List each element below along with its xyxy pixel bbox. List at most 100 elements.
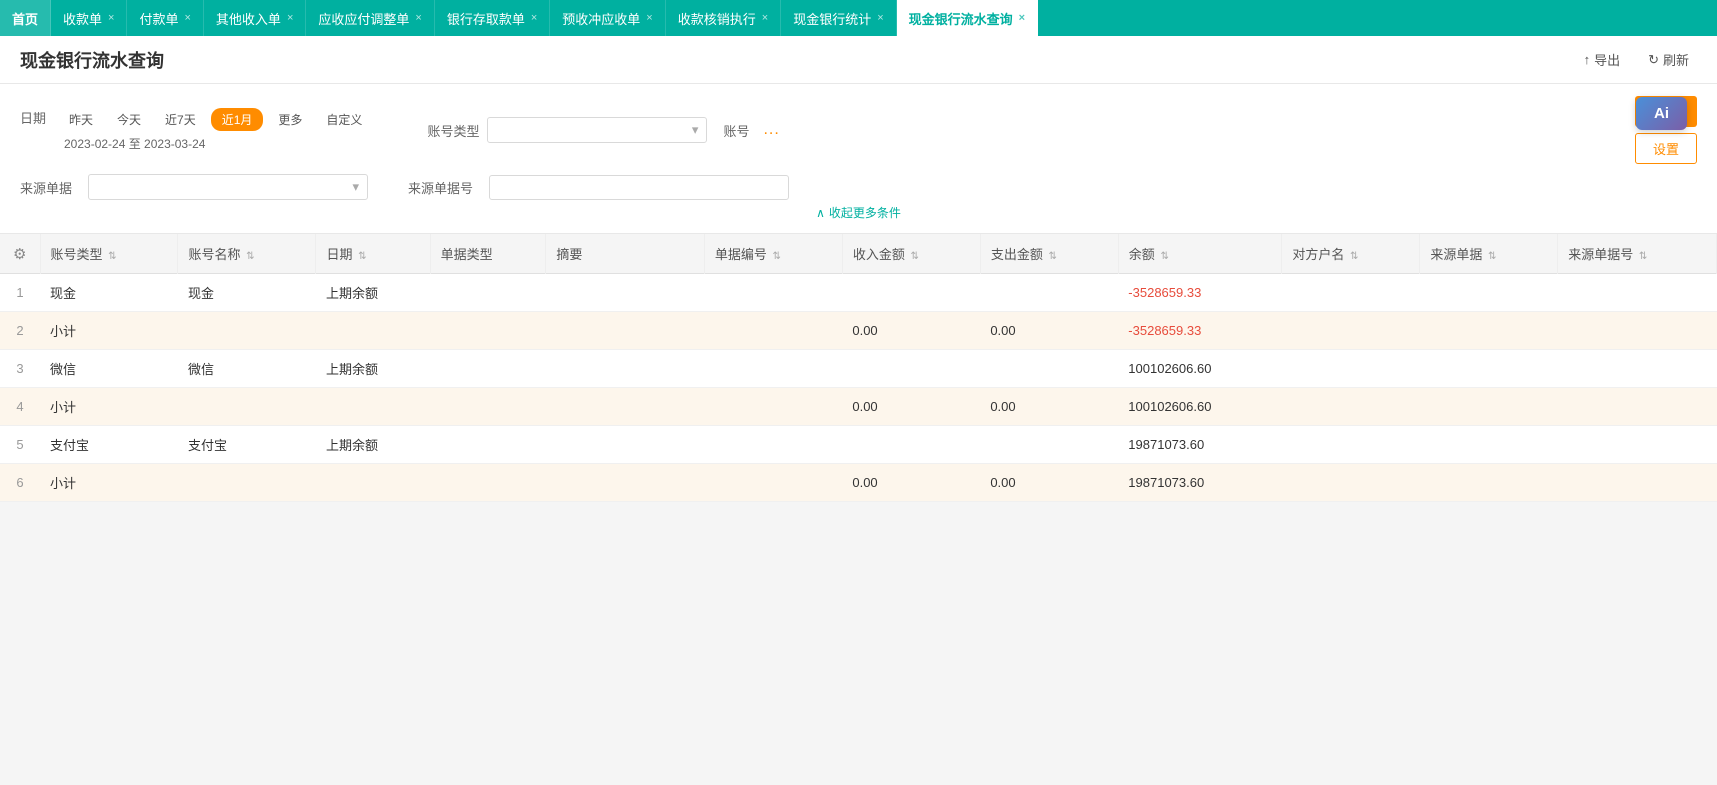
account-dots-button[interactable]: ... <box>763 121 779 139</box>
nav-close-fukuan[interactable]: × <box>184 12 190 24</box>
sort-account-name-icon[interactable]: ⇅ <box>246 251 254 262</box>
table-cell: 微信 <box>178 350 316 388</box>
source-doc-no-input[interactable] <box>489 175 789 200</box>
date-options: 昨天 今天 近7天 近1月 更多 自定义 <box>60 108 371 131</box>
th-account-name: 账号名称 ⇅ <box>178 234 316 274</box>
settings-button[interactable]: 设置 <box>1635 133 1697 164</box>
table-row: 1现金现金上期余额-3528659.33 <box>0 274 1717 312</box>
table-cell <box>1420 388 1558 426</box>
table-cell: 0.00 <box>842 312 980 350</box>
table-cell <box>1420 426 1558 464</box>
top-nav: 首页 收款单 × 付款单 × 其他收入单 × 应收应付调整单 × 银行存取款单 … <box>0 0 1717 36</box>
table-cell: 6 <box>0 464 40 502</box>
nav-close-verify[interactable]: × <box>762 12 768 24</box>
table-cell <box>546 426 705 464</box>
nav-other-income[interactable]: 其他收入单 × <box>204 0 306 36</box>
sort-source-doc-icon[interactable]: ⇅ <box>1488 251 1496 262</box>
date-custom[interactable]: 自定义 <box>317 108 371 131</box>
table-row: 3微信微信上期余额100102606.60 <box>0 350 1717 388</box>
nav-close-prepay[interactable]: × <box>646 12 652 24</box>
table-cell <box>430 464 546 502</box>
nav-close-adjustment[interactable]: × <box>415 12 421 24</box>
th-settings[interactable]: ⚙ <box>0 234 40 274</box>
table-cell: 0.00 <box>842 464 980 502</box>
table-cell <box>704 350 842 388</box>
table-cell: 小计 <box>40 464 178 502</box>
refresh-icon: ↻ <box>1648 52 1659 68</box>
sort-counterparty-icon[interactable]: ⇅ <box>1350 251 1358 262</box>
table-cell <box>1282 464 1420 502</box>
sort-account-type-icon[interactable]: ⇅ <box>108 251 116 262</box>
page-title: 现金银行流水查询 <box>20 47 164 73</box>
nav-adjustment[interactable]: 应收应付调整单 × <box>306 0 434 36</box>
table-cell: 4 <box>0 388 40 426</box>
nav-close-bank-deposit[interactable]: × <box>531 12 537 24</box>
date-today[interactable]: 今天 <box>108 108 150 131</box>
table-cell: 小计 <box>40 312 178 350</box>
export-button[interactable]: ↑ 导出 <box>1576 46 1629 73</box>
table-cell <box>980 274 1118 312</box>
source-doc-select[interactable]: ▾ <box>88 174 368 200</box>
nav-fukuan[interactable]: 付款单 × <box>127 0 203 36</box>
table-cell: 现金 <box>40 274 178 312</box>
source-doc-label: 来源单据 <box>20 178 72 197</box>
table-cell <box>178 312 316 350</box>
collapse-button[interactable]: ∧ 收起更多条件 <box>816 204 901 221</box>
filter-area: 日期 昨天 今天 近7天 近1月 更多 自定义 2023-02-24 至 202… <box>0 84 1717 234</box>
nav-verify[interactable]: 收款核销执行 × <box>666 0 781 36</box>
table-cell: 小计 <box>40 388 178 426</box>
table-cell: 5 <box>0 426 40 464</box>
table-row: 2小计0.000.00-3528659.33 <box>0 312 1717 350</box>
nav-cash-flow[interactable]: 现金银行流水查询 × <box>897 0 1038 36</box>
table-cell <box>546 464 705 502</box>
table-cell <box>430 426 546 464</box>
sort-balance-icon[interactable]: ⇅ <box>1160 251 1168 262</box>
account-group: 账号 ... <box>723 121 779 140</box>
sort-expense-icon[interactable]: ⇅ <box>1048 251 1056 262</box>
table-cell: 现金 <box>178 274 316 312</box>
table-row: 5支付宝支付宝上期余额19871073.60 <box>0 426 1717 464</box>
table-cell: 0.00 <box>842 388 980 426</box>
table-cell <box>704 464 842 502</box>
source-doc-no-label: 来源单据号 <box>408 178 473 197</box>
table-cell <box>178 388 316 426</box>
date-yesterday[interactable]: 昨天 <box>60 108 102 131</box>
table-cell <box>1282 274 1420 312</box>
nav-shoukuan[interactable]: 收款单 × <box>51 0 127 36</box>
table-cell <box>1558 426 1717 464</box>
table-container: ⚙ 账号类型 ⇅ 账号名称 ⇅ 日期 ⇅ 单据类型 摘要 <box>0 234 1717 502</box>
nav-close-other-income[interactable]: × <box>287 12 293 24</box>
table-cell: 0.00 <box>980 388 1118 426</box>
account-type-chevron: ▾ <box>692 122 699 138</box>
nav-close-shoukuan[interactable]: × <box>108 12 114 24</box>
table-settings-icon[interactable]: ⚙ <box>13 246 26 263</box>
sort-income-icon[interactable]: ⇅ <box>911 251 919 262</box>
table-cell <box>1420 350 1558 388</box>
sort-doc-no-icon[interactable]: ⇅ <box>773 251 781 262</box>
table-cell: 0.00 <box>980 464 1118 502</box>
date-1month[interactable]: 近1月 <box>211 108 264 131</box>
nav-home[interactable]: 首页 <box>0 0 51 36</box>
nav-prepay[interactable]: 预收冲应收单 × <box>550 0 665 36</box>
table-cell <box>1282 350 1420 388</box>
sort-source-doc-no-icon[interactable]: ⇅ <box>1639 251 1647 262</box>
table-cell: 微信 <box>40 350 178 388</box>
collapse-row: ∧ 收起更多条件 <box>20 204 1697 221</box>
date-more[interactable]: 更多 <box>269 108 311 131</box>
refresh-button[interactable]: ↻ 刷新 <box>1640 46 1697 73</box>
nav-close-cash-flow[interactable]: × <box>1019 12 1025 24</box>
date-7days[interactable]: 近7天 <box>156 108 205 131</box>
ai-button[interactable]: Ai <box>1636 97 1687 130</box>
table-row: 4小计0.000.00100102606.60 <box>0 388 1717 426</box>
collapse-icon: ∧ <box>816 206 825 220</box>
table-cell <box>546 388 705 426</box>
nav-bank-deposit[interactable]: 银行存取款单 × <box>435 0 550 36</box>
account-type-select[interactable]: ▾ <box>487 117 707 143</box>
filter-row-1: 日期 昨天 今天 近7天 近1月 更多 自定义 2023-02-24 至 202… <box>20 96 1697 164</box>
nav-close-cash-stats[interactable]: × <box>877 12 883 24</box>
nav-cash-stats[interactable]: 现金银行统计 × <box>781 0 896 36</box>
sort-date-icon[interactable]: ⇅ <box>358 251 366 262</box>
table-cell <box>316 464 430 502</box>
table-cell <box>546 312 705 350</box>
account-type-label: 账号类型 <box>427 121 479 140</box>
